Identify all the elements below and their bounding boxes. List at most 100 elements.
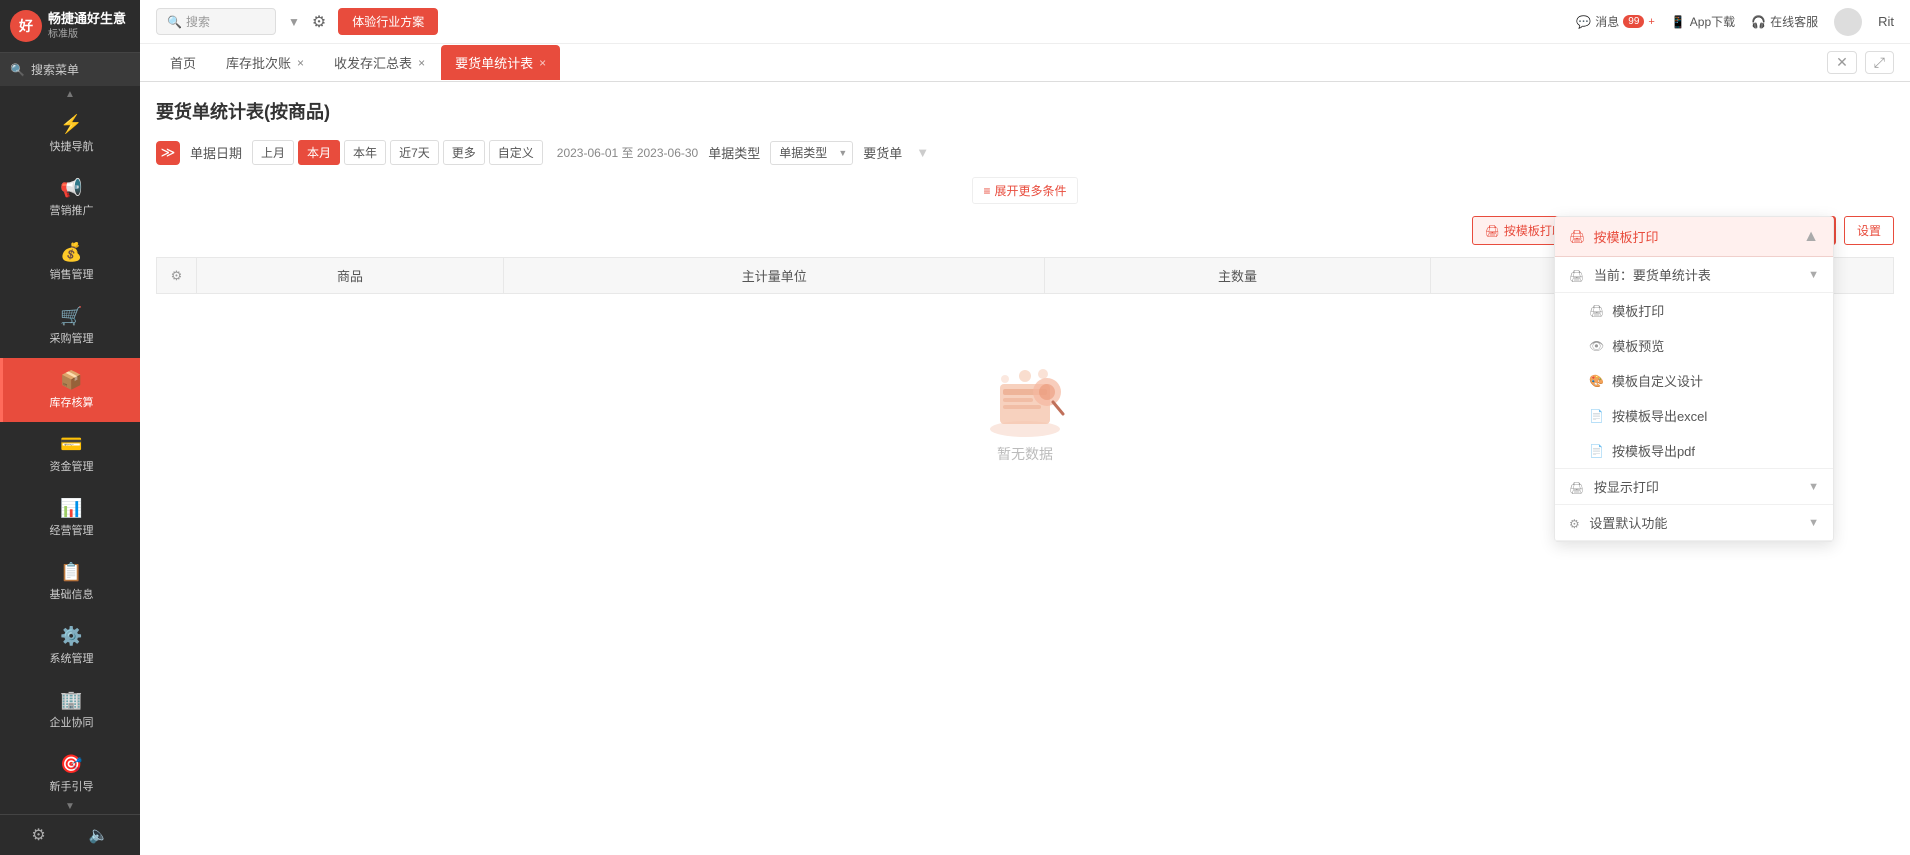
empty-state-text: 暂无数据 — [997, 444, 1053, 464]
tab-bar-close-btn[interactable]: ✕ — [1827, 51, 1857, 74]
tab-bar-controls: ✕ ⤢ — [1827, 51, 1894, 74]
header-search-icon: 🔍 — [167, 15, 182, 29]
date-btn-group: 上月 本月 本年 近7天 更多 自定义 — [252, 140, 543, 165]
sidebar-scroll-up[interactable]: ▲ — [0, 86, 140, 102]
order-category-label: 要货单 — [863, 143, 902, 162]
sidebar-scroll-down[interactable]: ▼ — [0, 798, 140, 814]
template-design-icon: 🎨 — [1589, 374, 1604, 388]
tab-receivables-close[interactable]: × — [418, 56, 425, 70]
dropdown-set-default[interactable]: ⚙ 设置默认功能 ▼ — [1555, 505, 1833, 540]
sidebar-item-marketing[interactable]: 📢 营销推广 — [0, 166, 140, 230]
sidebar-nav: ⚡ 快捷导航 📢 营销推广 💰 销售管理 🛒 采购管理 📦 库存核算 💳 资金管… — [0, 102, 140, 798]
date-btn-prev-month[interactable]: 上月 — [252, 140, 294, 165]
tab-home[interactable]: 首页 — [156, 45, 210, 80]
order-type-label: 单据类型 — [708, 143, 760, 162]
page-content: 要货单统计表(按商品) ≫ 单据日期 上月 本月 本年 近7天 更多 自定义 2… — [140, 82, 1910, 855]
main-area: 🔍 搜索 ▼ ⚙ 体验行业方案 💬 消息 99 + 📱 App下载 🎧 在线客服… — [140, 0, 1910, 855]
current-template-chevron: ▼ — [1808, 269, 1819, 281]
sidebar-item-inventory[interactable]: 📦 库存核算 — [0, 358, 140, 422]
tab-batch-account-close[interactable]: × — [297, 56, 304, 70]
tab-order-stats-close[interactable]: × — [539, 56, 546, 70]
header-app-download[interactable]: 📱 App下载 — [1671, 13, 1735, 30]
dropdown-template-preview[interactable]: 👁 模板预览 — [1555, 328, 1833, 363]
order-type-select[interactable]: 单据类型 — [770, 141, 853, 165]
dropdown-template-print[interactable]: 🖨 模板打印 — [1555, 293, 1833, 328]
sidebar-item-basic[interactable]: 📋 基础信息 — [0, 550, 140, 614]
expand-more-bar: ≡ 展开更多条件 — [156, 177, 1894, 204]
headset-icon: 🎧 — [1751, 15, 1766, 29]
set-default-icon: ⚙ — [1569, 517, 1580, 531]
marketing-icon: 📢 — [60, 178, 82, 199]
date-range-display: 2023-06-01 至 2023-06-30 — [557, 144, 698, 161]
table-col-settings[interactable]: ⚙ — [157, 258, 197, 294]
user-avatar[interactable] — [1834, 8, 1862, 36]
sidebar-logo: 好 畅捷通好生意 标准版 — [0, 0, 140, 53]
filter-collapse-btn[interactable]: ≫ — [156, 141, 180, 165]
print-dropdown-menu: 🖨 按模板打印 ▲ 🖨 当前：要货单统计表 ▼ 🖨 — [1554, 216, 1834, 542]
expand-more-icon: ≡ — [983, 184, 990, 198]
date-btn-custom[interactable]: 自定义 — [489, 140, 543, 165]
quick-nav-icon: ⚡ — [60, 114, 82, 135]
guide-icon: 🎯 — [60, 754, 82, 775]
header-dropdown-icon[interactable]: ▼ — [288, 15, 300, 29]
speaker-bottom-icon[interactable]: 🔈 — [89, 825, 109, 845]
dropdown-header: 🖨 按模板打印 ▲ — [1555, 217, 1833, 257]
expand-more-btn[interactable]: ≡ 展开更多条件 — [972, 177, 1077, 204]
dropdown-export-excel[interactable]: 📄 按模板导出excel — [1555, 398, 1833, 433]
sidebar-item-finance[interactable]: 💳 资金管理 — [0, 422, 140, 486]
search-icon: 🔍 — [10, 63, 25, 77]
sidebar-item-purchase[interactable]: 🛒 采购管理 — [0, 294, 140, 358]
dropdown-display-print[interactable]: 🖨 按显示打印 ▼ — [1555, 469, 1833, 504]
dropdown-set-default-section: ⚙ 设置默认功能 ▼ — [1555, 505, 1833, 541]
header-search[interactable]: 🔍 搜索 — [156, 8, 276, 35]
current-template-icon: 🖨 — [1569, 269, 1584, 283]
finance-icon: 💳 — [60, 434, 82, 455]
sidebar: 好 畅捷通好生意 标准版 🔍 搜索菜单 ▲ ⚡ 快捷导航 📢 营销推广 💰 销售… — [0, 0, 140, 855]
header-gear-icon[interactable]: ⚙ — [312, 12, 326, 32]
top-header: 🔍 搜索 ▼ ⚙ 体验行业方案 💬 消息 99 + 📱 App下载 🎧 在线客服… — [140, 0, 1910, 44]
column-settings-icon[interactable]: ⚙ — [171, 268, 183, 283]
tab-receivables-summary[interactable]: 收发存汇总表 × — [320, 45, 439, 80]
sidebar-item-sales[interactable]: 💰 销售管理 — [0, 230, 140, 294]
date-btn-last7days[interactable]: 近7天 — [390, 140, 439, 165]
date-btn-more[interactable]: 更多 — [443, 140, 485, 165]
tab-bar: 首页 库存批次账 × 收发存汇总表 × 要货单统计表 × ✕ ⤢ — [140, 44, 1910, 82]
sidebar-bottom: ⚙ 🔈 — [0, 814, 140, 855]
date-btn-current-year[interactable]: 本年 — [344, 140, 386, 165]
message-icon: 💬 — [1576, 15, 1591, 29]
export-pdf-icon: 📄 — [1589, 444, 1604, 458]
dropdown-export-pdf[interactable]: 📄 按模板导出pdf — [1555, 433, 1833, 469]
dropdown-current-template[interactable]: 🖨 当前：要货单统计表 ▼ — [1555, 257, 1833, 292]
sales-icon: 💰 — [60, 242, 82, 263]
tab-bar-expand-btn[interactable]: ⤢ — [1865, 51, 1894, 74]
order-type-select-wrap: 单据类型 — [770, 141, 853, 165]
trial-btn[interactable]: 体验行业方案 — [338, 8, 438, 35]
tab-order-stats[interactable]: 要货单统计表 × — [441, 45, 560, 80]
date-filter-label: 单据日期 — [190, 143, 242, 162]
settings-btn[interactable]: 设置 — [1844, 216, 1894, 245]
table-col-product: 商品 — [197, 258, 504, 294]
dropdown-display-print-section: 🖨 按显示打印 ▼ — [1555, 469, 1833, 505]
template-preview-icon: 👁 — [1589, 339, 1604, 353]
settings-bottom-icon[interactable]: ⚙ — [31, 825, 45, 845]
header-online-service[interactable]: 🎧 在线客服 — [1751, 13, 1818, 30]
sidebar-item-operation[interactable]: 📊 经营管理 — [0, 486, 140, 550]
header-messages[interactable]: 💬 消息 99 + — [1576, 13, 1655, 30]
sidebar-item-system[interactable]: ⚙️ 系统管理 — [0, 614, 140, 678]
system-icon: ⚙️ — [60, 626, 82, 647]
sidebar-item-quick-nav[interactable]: ⚡ 快捷导航 — [0, 102, 140, 166]
tab-batch-account[interactable]: 库存批次账 × — [212, 45, 318, 80]
inventory-icon: 📦 — [60, 370, 82, 391]
dropdown-close-btn[interactable]: ▲ — [1803, 228, 1819, 246]
table-col-quantity: 主数量 — [1045, 258, 1430, 294]
dropdown-print-icon: 🖨 — [1569, 229, 1586, 245]
sidebar-search[interactable]: 🔍 搜索菜单 — [0, 53, 140, 86]
date-btn-current-month[interactable]: 本月 — [298, 140, 340, 165]
sidebar-item-guide[interactable]: 🎯 新手引导 — [0, 742, 140, 798]
display-print-chevron: ▼ — [1808, 481, 1819, 493]
print-icon: 🖨 — [1485, 224, 1500, 238]
sidebar-item-enterprise[interactable]: 🏢 企业协同 — [0, 678, 140, 742]
tab-batch-account-label: 库存批次账 — [226, 53, 291, 72]
dropdown-template-design[interactable]: 🎨 模板自定义设计 — [1555, 363, 1833, 398]
basic-icon: 📋 — [60, 562, 82, 583]
